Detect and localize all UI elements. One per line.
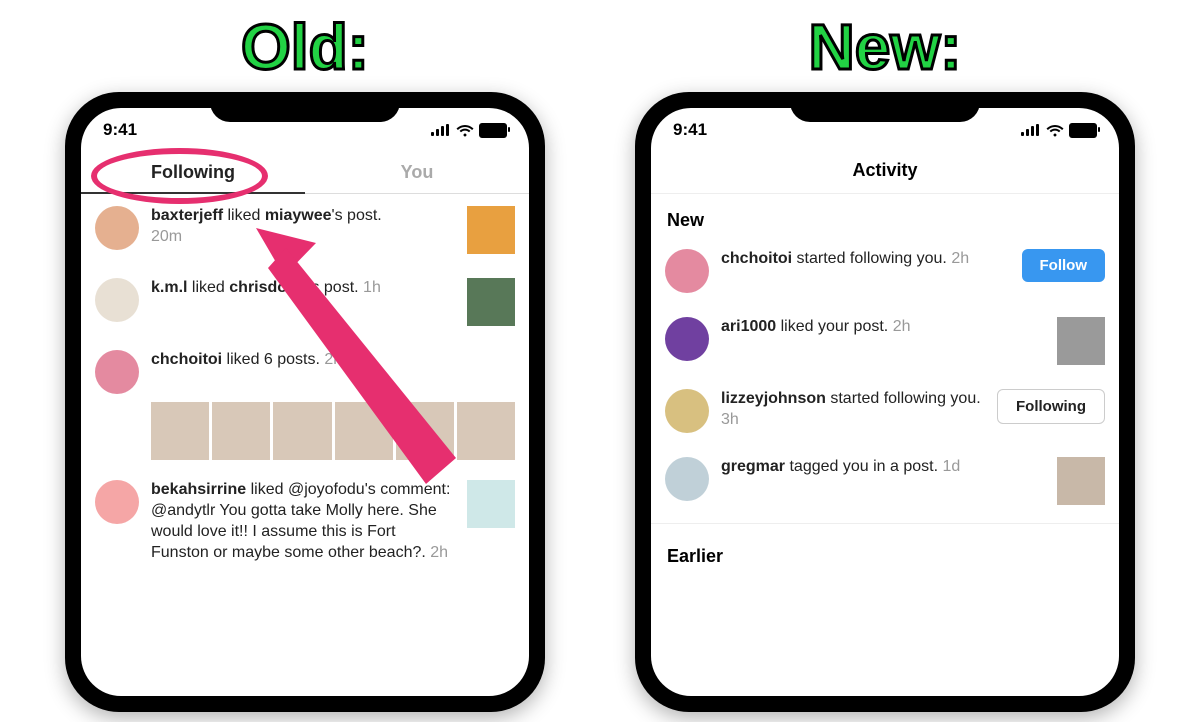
activity-feed-old: baxterjeff liked miaywee's post.20m k.m.… [81,194,529,575]
battery-icon [1069,123,1097,138]
post-thumbnail[interactable] [396,402,454,460]
avatar[interactable] [95,278,139,322]
notch [210,92,400,122]
phone-old: 9:41 Following You [65,92,545,712]
post-thumbnail-grid [151,402,515,460]
section-new: New [651,194,1119,237]
avatar[interactable] [665,317,709,361]
post-thumbnail[interactable] [273,402,331,460]
activity-row[interactable]: gregmar tagged you in a post. 1d [665,445,1105,517]
post-thumbnail[interactable] [467,480,515,528]
wifi-icon [456,124,474,137]
avatar[interactable] [665,389,709,433]
activity-feed-new: chchoitoi started following you. 2h Foll… [651,237,1119,517]
status-time: 9:41 [673,120,707,140]
label-old: Old: [241,10,369,84]
header-title: Activity [651,146,1119,194]
signal-icon [431,124,451,136]
avatar[interactable] [665,457,709,501]
post-thumbnail[interactable] [335,402,393,460]
post-thumbnail[interactable] [467,206,515,254]
signal-icon [1021,124,1041,136]
activity-row[interactable]: lizzeyjohnson started following you. 3h … [665,377,1105,445]
avatar[interactable] [665,249,709,293]
divider [651,523,1119,524]
notch [790,92,980,122]
post-thumbnail[interactable] [151,402,209,460]
activity-row[interactable]: k.m.l liked chrisdows's post. 1h [95,266,515,338]
activity-row[interactable]: baxterjeff liked miaywee's post.20m [95,194,515,266]
tab-following[interactable]: Following [81,152,305,193]
wifi-icon [1046,124,1064,137]
battery-icon [479,123,507,138]
activity-row[interactable]: chchoitoi liked 6 posts. 2h [95,338,515,406]
phone-new: 9:41 Activity New chchoitoi started foll… [635,92,1135,712]
section-earlier: Earlier [651,530,1119,573]
activity-row[interactable]: bekahsirrine liked @joyofodu's comment: … [95,468,515,575]
tab-bar: Following You [81,146,529,194]
post-thumbnail[interactable] [212,402,270,460]
post-thumbnail[interactable] [1057,457,1105,505]
avatar[interactable] [95,206,139,250]
follow-button[interactable]: Follow [1022,249,1106,282]
tab-you[interactable]: You [305,152,529,193]
status-time: 9:41 [103,120,137,140]
activity-row[interactable]: chchoitoi started following you. 2h Foll… [665,237,1105,305]
post-thumbnail[interactable] [467,278,515,326]
following-button[interactable]: Following [997,389,1105,424]
post-thumbnail[interactable] [1057,317,1105,365]
post-thumbnail[interactable] [457,402,515,460]
label-new: New: [809,10,962,84]
avatar[interactable] [95,480,139,524]
avatar[interactable] [95,350,139,394]
activity-row[interactable]: ari1000 liked your post. 2h [665,305,1105,377]
